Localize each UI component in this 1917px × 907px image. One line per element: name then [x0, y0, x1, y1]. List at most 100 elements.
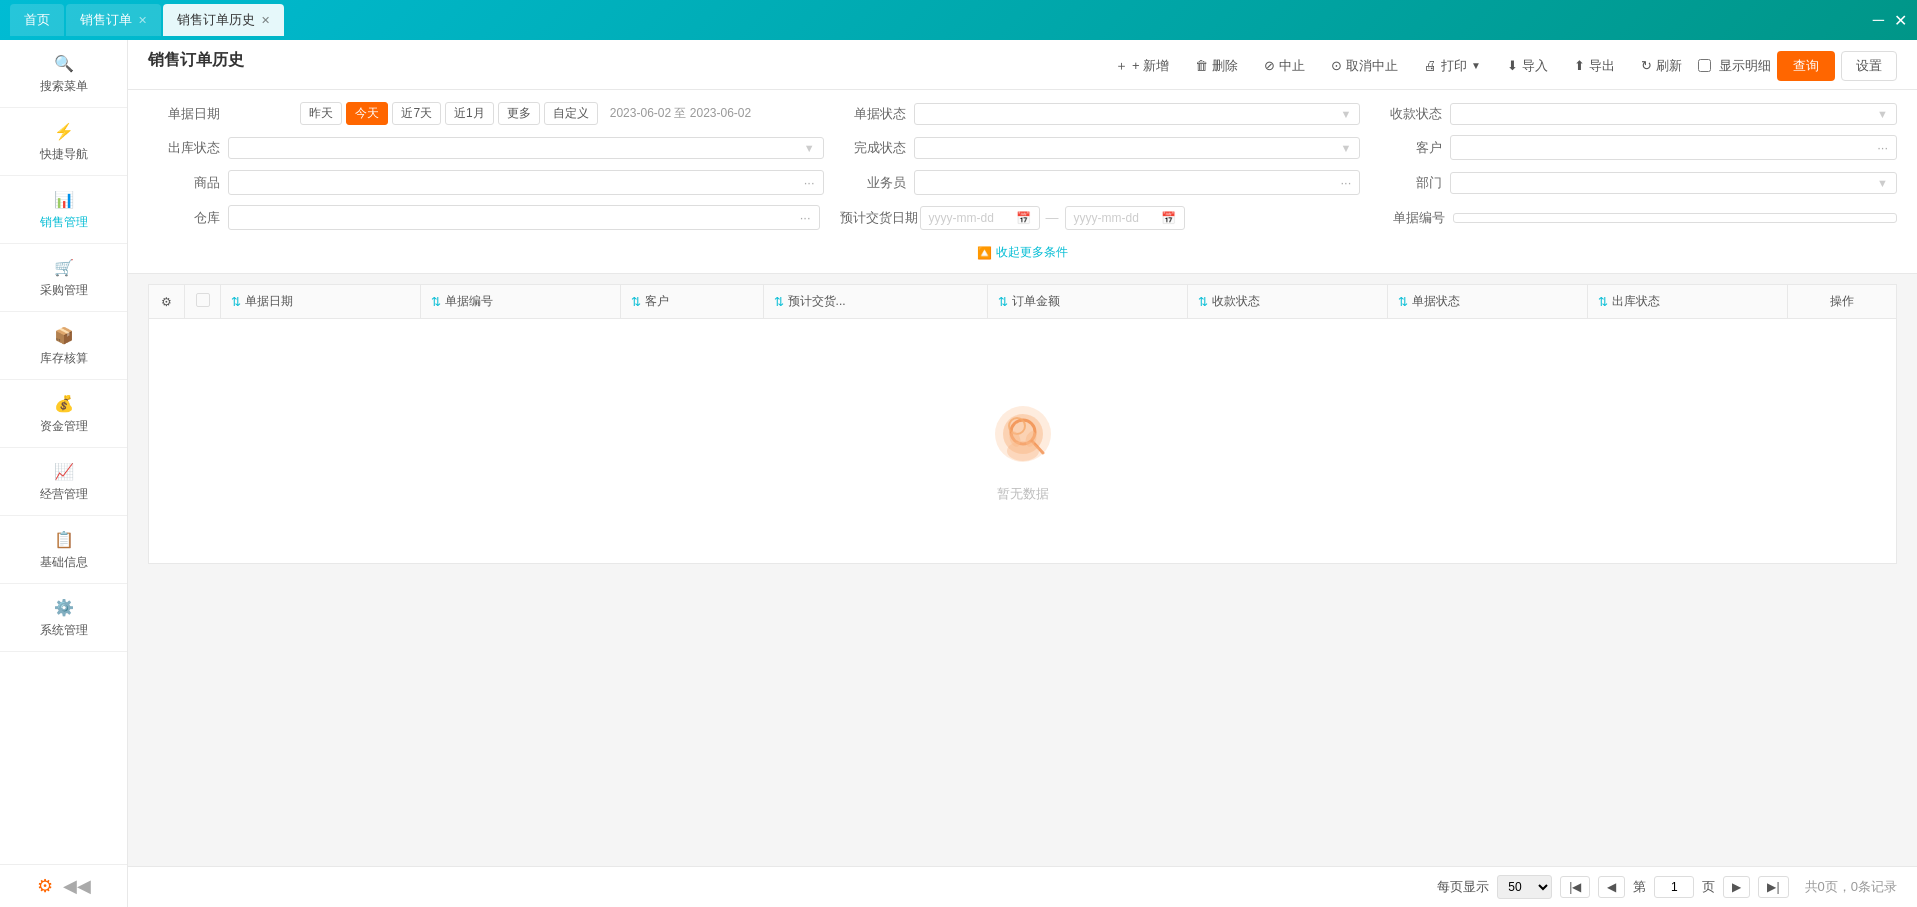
checkbox-column-header[interactable]	[185, 285, 221, 319]
date-btn-1month[interactable]: 近1月	[445, 102, 494, 125]
receipt-status-select[interactable]: ▼	[1450, 103, 1897, 125]
customer-sort[interactable]: ⇅ 客户	[631, 293, 752, 310]
total-records: 共0页，0条记录	[1805, 878, 1897, 896]
new-button[interactable]: ＋ + 新增	[1105, 52, 1179, 80]
print-button[interactable]: 🖨 打印 ▼	[1414, 52, 1491, 80]
date-btn-yesterday[interactable]: 昨天	[300, 102, 342, 125]
order-no-sort[interactable]: ⇅ 单据编号	[431, 293, 610, 310]
salesperson-field[interactable]: ···	[914, 170, 1361, 195]
basic-info-icon: 📋	[53, 528, 75, 550]
department-select[interactable]: ▼	[1450, 172, 1897, 194]
out-status-col-icon: ⇅	[1598, 295, 1608, 309]
warehouse-field[interactable]: ···	[228, 205, 820, 230]
customer-column-header[interactable]: ⇅ 客户	[621, 285, 763, 319]
first-page-button[interactable]: |◀	[1560, 876, 1590, 898]
page-size-select[interactable]: 50 100 200	[1497, 875, 1552, 899]
sidebar-item-purchase-mgmt[interactable]: 🛒 采购管理	[0, 244, 127, 312]
date-btn-today[interactable]: 今天	[346, 102, 388, 125]
department-label: 部门	[1380, 174, 1450, 192]
calendar-to-icon[interactable]: 📅	[1161, 211, 1176, 225]
next-page-button[interactable]: ▶	[1723, 876, 1750, 898]
import-button[interactable]: ⬇ 导入	[1497, 52, 1558, 80]
gear-column-header[interactable]: ⚙	[149, 285, 185, 319]
delete-button[interactable]: 🗑 删除	[1185, 52, 1248, 80]
minimize-icon[interactable]: ─	[1873, 11, 1884, 29]
last-page-button[interactable]: ▶|	[1758, 876, 1788, 898]
status-field[interactable]: ▼	[914, 103, 1361, 125]
warehouse-input[interactable]: ···	[228, 205, 820, 230]
receipt-status-column-header[interactable]: ⇅ 收款状态	[1187, 285, 1387, 319]
sidebar-item-sales-mgmt[interactable]: 📊 销售管理	[0, 176, 127, 244]
status-select[interactable]: ▼	[914, 103, 1361, 125]
product-input[interactable]: ···	[228, 170, 824, 195]
stop-button[interactable]: ⊘ 中止	[1254, 52, 1315, 80]
close-sales-order-history-tab[interactable]: ✕	[261, 14, 270, 27]
date-column-header[interactable]: ⇅ 单据日期	[221, 285, 421, 319]
amount-column-header[interactable]: ⇅ 订单金额	[987, 285, 1187, 319]
warehouse-label: 仓库	[148, 209, 228, 227]
sidebar-item-search-menu[interactable]: 🔍 搜索菜单	[0, 40, 127, 108]
current-page-input[interactable]	[1654, 876, 1694, 898]
order-no-column-header[interactable]: ⇅ 单据编号	[421, 285, 621, 319]
sidebar-item-inventory-mgmt[interactable]: 📦 库存核算	[0, 312, 127, 380]
delivery-date-from[interactable]: yyyy-mm-dd 📅	[920, 206, 1040, 230]
date-btn-custom[interactable]: 自定义	[544, 102, 598, 125]
prev-page-button[interactable]: ◀	[1598, 876, 1625, 898]
out-status-column-header[interactable]: ⇅ 出库状态	[1588, 285, 1788, 319]
completion-status-select[interactable]: ▼	[914, 137, 1361, 159]
settings-icon[interactable]: ⚙	[37, 875, 53, 897]
sidebar-item-sales-mgmt-label: 销售管理	[40, 214, 88, 231]
display-detail-checkbox[interactable]	[1698, 59, 1711, 72]
order-status-sort[interactable]: ⇅ 单据状态	[1398, 293, 1577, 310]
import-label: 导入	[1522, 57, 1548, 75]
collapse-label: 收起更多条件	[996, 244, 1068, 261]
tab-sales-order-history[interactable]: 销售订单历史 ✕	[163, 4, 284, 36]
completion-status-field[interactable]: ▼	[914, 137, 1361, 159]
refresh-button[interactable]: ↻ 刷新	[1631, 52, 1692, 80]
date-sort[interactable]: ⇅ 单据日期	[231, 293, 410, 310]
outbound-status-select[interactable]: ▼	[228, 137, 824, 159]
receipt-status-sort[interactable]: ⇅ 收款状态	[1198, 293, 1377, 310]
collapse-button[interactable]: 🔼 收起更多条件	[148, 240, 1897, 261]
sidebar-item-system-mgmt[interactable]: ⚙️ 系统管理	[0, 584, 127, 652]
sidebar-item-operation-mgmt[interactable]: 📈 经营管理	[0, 448, 127, 516]
setting-button[interactable]: 设置	[1841, 51, 1897, 81]
amount-sort[interactable]: ⇅ 订单金额	[998, 293, 1177, 310]
order-status-column-header[interactable]: ⇅ 单据状态	[1388, 285, 1588, 319]
outbound-status-field[interactable]: ▼	[228, 137, 824, 159]
order-no-input[interactable]	[1453, 213, 1897, 223]
sidebar-item-basic-info[interactable]: 📋 基础信息	[0, 516, 127, 584]
export-button[interactable]: ⬆ 导出	[1564, 52, 1625, 80]
salesperson-input[interactable]: ···	[914, 170, 1361, 195]
date-btn-7days[interactable]: 近7天	[392, 102, 441, 125]
order-no-field[interactable]	[1453, 213, 1897, 223]
department-field[interactable]: ▼	[1450, 172, 1897, 194]
department-dropdown-icon: ▼	[1877, 177, 1888, 189]
out-status-sort[interactable]: ⇅ 出库状态	[1598, 293, 1777, 310]
close-sales-order-tab[interactable]: ✕	[138, 14, 147, 27]
product-field[interactable]: ···	[228, 170, 824, 195]
filter-row-4: 仓库 ··· 预计交货日期 yyyy-mm-dd 📅 —	[148, 205, 1897, 230]
cancel-stop-button[interactable]: ⊙ 取消中止	[1321, 52, 1408, 80]
gear-icon[interactable]: ⚙	[161, 295, 172, 309]
tab-home[interactable]: 首页	[10, 4, 64, 36]
customer-input[interactable]: ···	[1450, 135, 1897, 160]
date-range-separator: —	[1046, 210, 1059, 225]
customer-field[interactable]: ···	[1450, 135, 1897, 160]
receipt-status-field[interactable]: ▼	[1450, 103, 1897, 125]
volume-icon[interactable]: ◀◀	[63, 875, 91, 897]
delivery-column-header[interactable]: ⇅ 预计交货...	[763, 285, 987, 319]
date-btn-more[interactable]: 更多	[498, 102, 540, 125]
delivery-date-to[interactable]: yyyy-mm-dd 📅	[1065, 206, 1185, 230]
display-detail-toggle[interactable]: 显示明细	[1698, 57, 1771, 75]
calendar-from-icon[interactable]: 📅	[1016, 211, 1031, 225]
delivery-sort[interactable]: ⇅ 预计交货...	[774, 293, 977, 310]
page-header: 销售订单历史 ＋ + 新增 🗑 删除 ⊘ 中止 ⊙	[128, 40, 1917, 90]
close-icon[interactable]: ✕	[1894, 11, 1907, 30]
tab-sales-order[interactable]: 销售订单 ✕	[66, 4, 161, 36]
select-all-checkbox[interactable]	[196, 293, 210, 307]
query-button[interactable]: 查询	[1777, 51, 1835, 81]
sidebar-item-quick-nav[interactable]: ⚡ 快捷导航	[0, 108, 127, 176]
order-status-col-icon: ⇅	[1398, 295, 1408, 309]
sidebar-item-capital-mgmt[interactable]: 💰 资金管理	[0, 380, 127, 448]
